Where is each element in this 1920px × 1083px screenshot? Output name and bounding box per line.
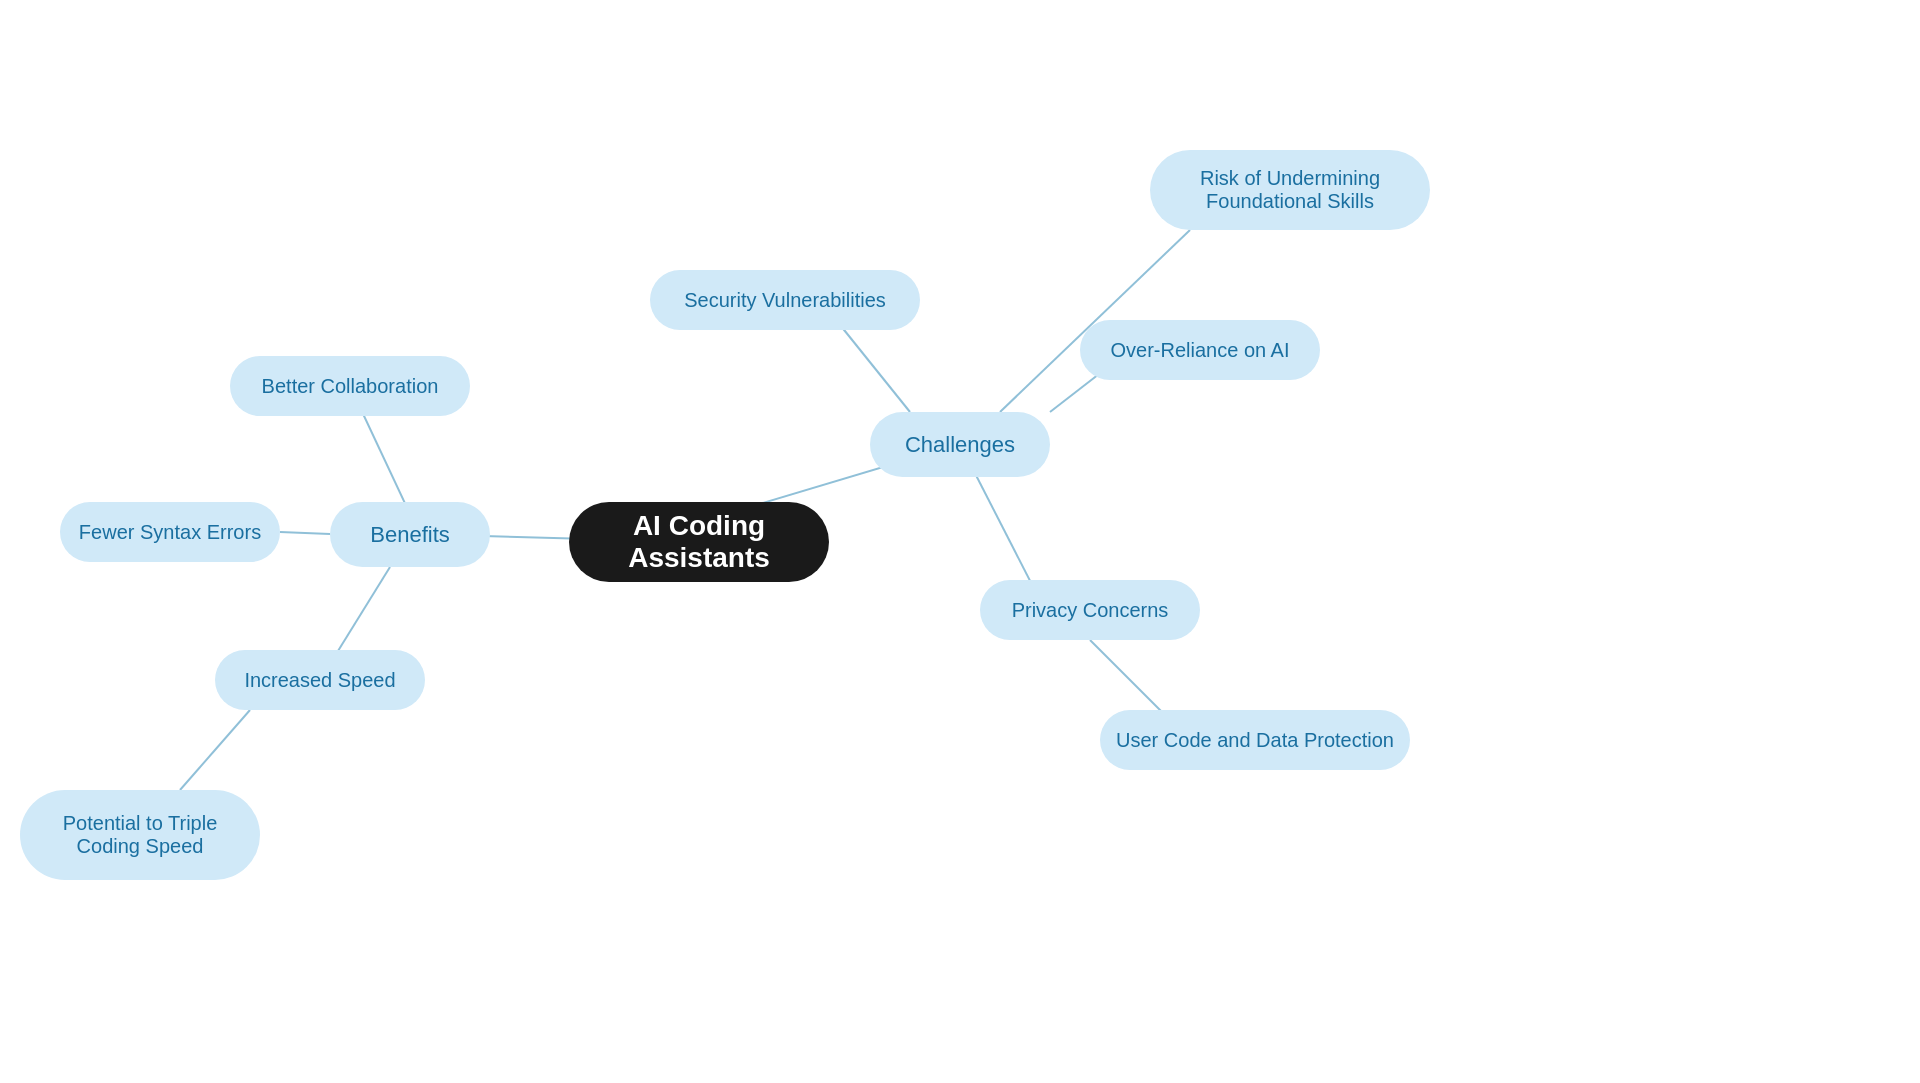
risk-undermining-node: Risk of Undermining Foundational Skills [1150, 150, 1430, 230]
center-node: AI Coding Assistants [569, 502, 829, 582]
benefits-node: Benefits [330, 502, 490, 567]
increased-speed-node: Increased Speed [215, 650, 425, 710]
security-vulnerabilities-node: Security Vulnerabilities [650, 270, 920, 330]
potential-triple-node: Potential to Triple Coding Speed [20, 790, 260, 880]
svg-line-5 [180, 710, 250, 790]
user-code-data-protection-node: User Code and Data Protection [1100, 710, 1410, 770]
privacy-concerns-node: Privacy Concerns [980, 580, 1200, 640]
svg-line-3 [280, 532, 330, 534]
better-collaboration-node: Better Collaboration [230, 356, 470, 416]
challenges-node: Challenges [870, 412, 1050, 477]
fewer-syntax-errors-node: Fewer Syntax Errors [60, 502, 280, 562]
over-reliance-node: Over-Reliance on AI [1080, 320, 1320, 380]
